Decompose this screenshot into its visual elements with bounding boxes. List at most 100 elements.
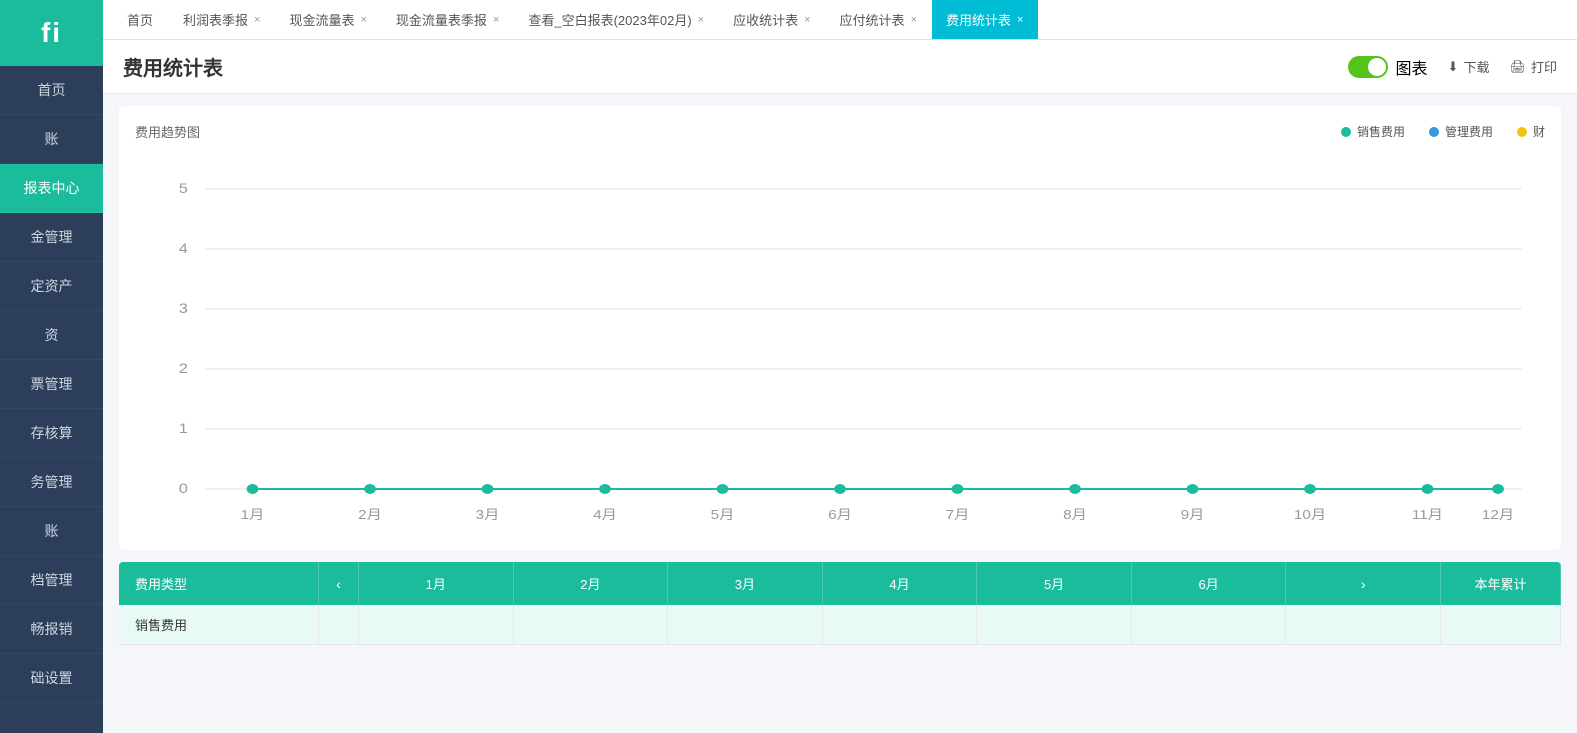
legend-label-finance: 财	[1533, 123, 1545, 140]
tab-close-profit-quarterly[interactable]: ×	[254, 14, 260, 26]
svg-text:1: 1	[179, 421, 188, 437]
tab-profit-quarterly[interactable]: 利润表季报 ×	[169, 0, 275, 39]
legend-label-admin: 管理费用	[1445, 123, 1493, 140]
cell-m4	[823, 605, 978, 644]
sidebar-item-capital[interactable]: 资	[0, 311, 103, 360]
tab-payable[interactable]: 应付统计表 ×	[826, 0, 932, 39]
svg-text:4月: 4月	[593, 508, 617, 523]
svg-text:10月: 10月	[1294, 508, 1326, 523]
col-ytd: 本年累计	[1441, 562, 1561, 605]
tab-home[interactable]: 首页	[111, 0, 169, 39]
sidebar-item-assets[interactable]: 定资产	[0, 262, 103, 311]
svg-text:12月: 12月	[1482, 508, 1514, 523]
sidebar-item-archive[interactable]: 档管理	[0, 556, 103, 605]
tab-expense[interactable]: 费用统计表 ×	[932, 0, 1038, 39]
prev-month-button[interactable]: ‹	[332, 576, 345, 592]
legend-dot-finance	[1517, 127, 1527, 137]
tab-close-blank-report[interactable]: ×	[698, 14, 704, 26]
chart-legend: 销售费用 管理费用 财	[1341, 123, 1545, 140]
cell-m3	[668, 605, 823, 644]
chart-toggle[interactable]	[1348, 56, 1388, 78]
col-month5: 5月	[977, 562, 1132, 605]
tab-blank-report[interactable]: 查看_空白报表(2023年02月) ×	[514, 0, 719, 39]
print-button[interactable]: 🖨 打印	[1509, 57, 1557, 76]
table-area: 费用类型 ‹ 1月 2月 3月 4月 5月	[119, 562, 1561, 721]
cell-next-nav	[1286, 605, 1441, 644]
svg-text:3: 3	[179, 301, 188, 317]
legend-finance: 财	[1517, 123, 1545, 140]
svg-text:11月: 11月	[1412, 508, 1443, 523]
page-title: 费用统计表	[123, 52, 223, 81]
sidebar-item-reports[interactable]: 报表中心	[0, 164, 103, 213]
chart-toggle-label: 图表	[1396, 55, 1428, 79]
tab-close-expense[interactable]: ×	[1017, 14, 1023, 26]
col-type: 费用类型	[119, 562, 319, 605]
svg-text:3月: 3月	[476, 508, 500, 523]
table-row: 销售费用	[119, 605, 1561, 645]
svg-text:4: 4	[179, 241, 189, 257]
main-content: 首页 利润表季报 × 现金流量表 × 现金流量表季报 × 查看_空白报表(202…	[103, 0, 1577, 733]
cell-ytd	[1441, 605, 1561, 644]
legend-admin: 管理费用	[1429, 123, 1493, 140]
sidebar-item-invoices[interactable]: 票管理	[0, 360, 103, 409]
tab-close-payable[interactable]: ×	[911, 14, 917, 26]
cell-m2	[514, 605, 669, 644]
col-month3: 3月	[668, 562, 823, 605]
sidebar-item-home[interactable]: 首页	[0, 66, 103, 115]
sidebar-item-cash[interactable]: 金管理	[0, 213, 103, 262]
sidebar-item-services[interactable]: 务管理	[0, 458, 103, 507]
svg-text:2: 2	[179, 361, 188, 377]
svg-text:5: 5	[179, 181, 188, 197]
col-nav-next[interactable]: ›	[1286, 562, 1441, 605]
cell-m6	[1132, 605, 1287, 644]
download-button[interactable]: ⬇ 下载	[1448, 57, 1490, 76]
sidebar-logo: fi	[0, 0, 103, 66]
table-body: 销售费用	[119, 605, 1561, 721]
tab-close-cashflow[interactable]: ×	[360, 14, 366, 26]
svg-text:0: 0	[179, 481, 188, 497]
svg-text:6月: 6月	[828, 508, 852, 523]
legend-dot-sales	[1341, 127, 1351, 137]
legend-sales: 销售费用	[1341, 123, 1405, 140]
tabbar: 首页 利润表季报 × 现金流量表 × 现金流量表季报 × 查看_空白报表(202…	[103, 0, 1577, 40]
tab-close-cashflow-quarterly[interactable]: ×	[493, 14, 499, 26]
cell-m5	[977, 605, 1132, 644]
col-month6: 6月	[1132, 562, 1287, 605]
sidebar-item-ledger[interactable]: 账	[0, 507, 103, 556]
print-icon: 🖨	[1509, 59, 1526, 75]
chart-toggle-wrap: 图表	[1348, 55, 1428, 79]
sidebar-item-inventory[interactable]: 存核算	[0, 409, 103, 458]
svg-text:8月: 8月	[1063, 508, 1087, 523]
cell-m1	[359, 605, 514, 644]
svg-text:7月: 7月	[946, 508, 970, 523]
chart-title: 费用趋势图	[135, 122, 200, 141]
cell-nav	[319, 605, 359, 644]
tab-cashflow-quarterly[interactable]: 现金流量表季报 ×	[382, 0, 514, 39]
legend-dot-admin	[1429, 127, 1439, 137]
page-content: 费用统计表 图表 ⬇ 下载 🖨 打印 费用趋势图	[103, 40, 1577, 733]
tab-receivable[interactable]: 应收统计表 ×	[719, 0, 825, 39]
sidebar-item-expense[interactable]: 畅报销	[0, 605, 103, 654]
sidebar: fi 首页 账 报表中心 金管理 定资产 资 票管理 存核算 务管理 账 档管理…	[0, 0, 103, 733]
svg-text:2月: 2月	[358, 508, 382, 523]
tab-close-receivable[interactable]: ×	[804, 14, 810, 26]
svg-text:5月: 5月	[711, 508, 735, 523]
svg-text:1月: 1月	[241, 508, 265, 523]
header-actions: 图表 ⬇ 下载 🖨 打印	[1348, 55, 1557, 79]
download-icon: ⬇	[1448, 59, 1459, 75]
legend-label-sales: 销售费用	[1357, 123, 1405, 140]
col-month1: 1月	[359, 562, 514, 605]
page-header: 费用统计表 图表 ⬇ 下载 🖨 打印	[103, 40, 1577, 94]
cell-type: 销售费用	[119, 605, 319, 644]
next-month-button[interactable]: ›	[1357, 576, 1370, 592]
chart-area: 费用趋势图 销售费用 管理费用 财	[119, 106, 1561, 550]
col-nav[interactable]: ‹	[319, 562, 359, 605]
sidebar-item-settings[interactable]: 础设置	[0, 654, 103, 703]
tab-cashflow[interactable]: 现金流量表 ×	[275, 0, 381, 39]
chart-header: 费用趋势图 销售费用 管理费用 财	[135, 122, 1545, 141]
sidebar-item-account[interactable]: 账	[0, 115, 103, 164]
download-label: 下载	[1463, 57, 1489, 76]
svg-text:9月: 9月	[1181, 508, 1205, 523]
col-month4: 4月	[823, 562, 978, 605]
table-header: 费用类型 ‹ 1月 2月 3月 4月 5月	[119, 562, 1561, 605]
